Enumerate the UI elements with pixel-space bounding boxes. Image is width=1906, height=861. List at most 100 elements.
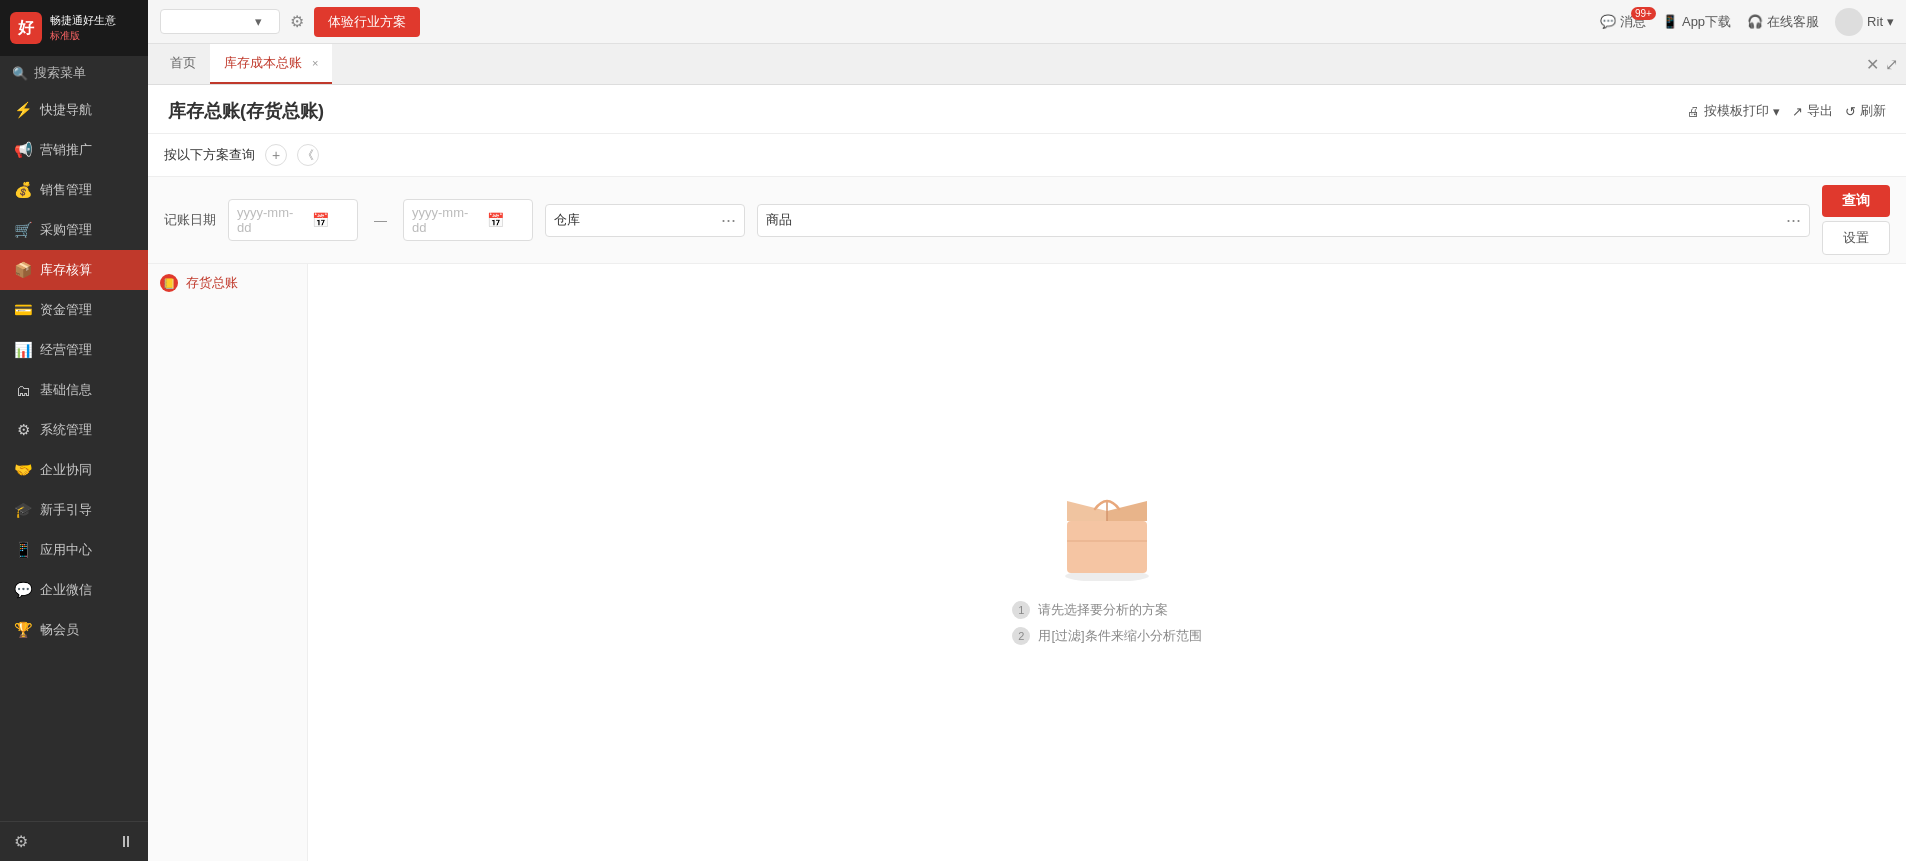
settings-icon[interactable]: ⚙	[14, 832, 28, 851]
refresh-btn[interactable]: ↺ 刷新	[1845, 102, 1886, 120]
industry-btn[interactable]: 体验行业方案	[314, 7, 420, 37]
nav-icon-system: ⚙	[14, 421, 32, 439]
sidebar-item-funds[interactable]: 💳 资金管理	[0, 290, 148, 330]
tab-side-buttons: ✕ ⤢	[1866, 55, 1898, 74]
nav-label-funds: 资金管理	[40, 301, 92, 319]
print-icon: 🖨	[1687, 104, 1700, 119]
print-btn[interactable]: 🖨 按模板打印 ▾	[1687, 102, 1780, 120]
sidebar-logo: 好 畅捷通好生意 标准版	[0, 0, 148, 56]
query-btn[interactable]: 查询	[1822, 185, 1890, 217]
empty-state: 1 请先选择要分析的方案 2 用[过滤]条件来缩小分析范围	[308, 264, 1906, 861]
sub-filter-bar: 记账日期 yyyy-mm-dd 📅 — yyyy-mm-dd 📅 仓库 ··· …	[148, 177, 1906, 264]
nav-label-inventory: 库存核算	[40, 261, 92, 279]
product-label: 商品	[766, 211, 792, 229]
warehouse-label: 仓库	[554, 211, 580, 229]
user-avatar-area[interactable]: Rit ▾	[1835, 8, 1894, 36]
nav-icon-corp: 🤝	[14, 461, 32, 479]
export-btn[interactable]: ↗ 导出	[1792, 102, 1833, 120]
toggle-icon[interactable]: ⏸	[118, 833, 134, 851]
sidebar-item-wechat[interactable]: 💬 企业微信	[0, 570, 148, 610]
nav-label-appcenter: 应用中心	[40, 541, 92, 559]
sidebar-item-sales[interactable]: 💰 销售管理	[0, 170, 148, 210]
nav-label-marketing: 营销推广	[40, 141, 92, 159]
panel-expand-icon[interactable]: ⤢	[1885, 55, 1898, 74]
warehouse-select[interactable]: 仓库 ···	[545, 204, 745, 237]
message-badge: 99+	[1631, 7, 1656, 20]
product-select[interactable]: 商品 ···	[757, 204, 1810, 237]
content-layout: 📒 存货总账	[148, 264, 1906, 861]
page-title: 库存总账(存货总账)	[168, 99, 324, 123]
sidebar-item-operation[interactable]: 📊 经营管理	[0, 330, 148, 370]
hint-text-1: 请先选择要分析的方案	[1038, 601, 1168, 619]
logo-badge: 标准版	[50, 29, 116, 43]
left-panel-item-inventory[interactable]: 📒 存货总账	[148, 264, 307, 302]
page-actions: 🖨 按模板打印 ▾ ↗ 导出 ↺ 刷新	[1687, 102, 1886, 120]
settings-btn[interactable]: 设置	[1822, 221, 1890, 255]
sidebar-item-marketing[interactable]: 📢 营销推广	[0, 130, 148, 170]
sidebar-item-newbie[interactable]: 🎓 新手引导	[0, 490, 148, 530]
nav-icon-member: 🏆	[14, 621, 32, 639]
sidebar-item-purchase[interactable]: 🛒 采购管理	[0, 210, 148, 250]
filter-add-btn[interactable]: +	[265, 144, 287, 166]
avatar	[1835, 8, 1863, 36]
app-download-btn[interactable]: 📱 App下载	[1662, 13, 1731, 31]
print-chevron-icon: ▾	[1773, 104, 1780, 119]
sidebar-item-base[interactable]: 🗂 基础信息	[0, 370, 148, 410]
sidebar-item-system[interactable]: ⚙ 系统管理	[0, 410, 148, 450]
nav-icon-sales: 💰	[14, 181, 32, 199]
sidebar-item-shortcut[interactable]: ⚡ 快捷导航	[0, 90, 148, 130]
tab-inventory-cost[interactable]: 库存成本总账 ×	[210, 44, 332, 84]
export-label: 导出	[1807, 102, 1833, 120]
calendar-start-icon: 📅	[312, 212, 329, 228]
nav-icon-newbie: 🎓	[14, 501, 32, 519]
filter-collapse-btn[interactable]: 《	[297, 144, 319, 166]
empty-illustration	[1047, 481, 1167, 581]
online-service-label: 在线客服	[1767, 13, 1819, 31]
empty-hint-1: 1 请先选择要分析的方案	[1012, 601, 1201, 619]
inventory-ledger-label: 存货总账	[186, 274, 238, 292]
user-name: Rit	[1867, 14, 1883, 29]
sidebar-search[interactable]: 🔍 搜索菜单	[0, 56, 148, 90]
tab-close-icon[interactable]: ×	[312, 57, 318, 69]
date-start-input[interactable]: yyyy-mm-dd 📅	[228, 199, 358, 241]
hint-text-2: 用[过滤]条件来缩小分析范围	[1038, 627, 1201, 645]
tab-home-label: 首页	[170, 54, 196, 72]
sidebar: 好 畅捷通好生意 标准版 🔍 搜索菜单 ⚡ 快捷导航 📢 营销推广 💰 销售管理…	[0, 0, 148, 861]
nav-label-wechat: 企业微信	[40, 581, 92, 599]
topbar: ▾ ⚙ 体验行业方案 💬 消息 99+ 📱 App下载 🎧 在线客服 Rit ▾	[148, 0, 1906, 44]
hint-num-1: 1	[1012, 601, 1030, 619]
nav-label-system: 系统管理	[40, 421, 92, 439]
sidebar-item-inventory[interactable]: 📦 库存核算	[0, 250, 148, 290]
topbar-gear-icon[interactable]: ⚙	[290, 12, 304, 31]
online-service-btn[interactable]: 🎧 在线客服	[1747, 13, 1819, 31]
calendar-end-icon: 📅	[487, 212, 504, 228]
nav-icon-funds: 💳	[14, 301, 32, 319]
message-icon: 💬	[1600, 14, 1616, 29]
filter-bar: 按以下方案查询 + 《	[148, 134, 1906, 177]
messages-btn[interactable]: 💬 消息 99+	[1600, 13, 1646, 31]
sidebar-bottom: ⚙ ⏸	[0, 821, 148, 861]
chevron-down-icon: ▾	[255, 14, 262, 29]
panel-close-icon[interactable]: ✕	[1866, 55, 1879, 74]
nav-label-base: 基础信息	[40, 381, 92, 399]
empty-hints: 1 请先选择要分析的方案 2 用[过滤]条件来缩小分析范围	[1012, 601, 1201, 645]
nav-label-newbie: 新手引导	[40, 501, 92, 519]
logo-icon: 好	[10, 12, 42, 44]
search-icon: 🔍	[12, 66, 28, 81]
topbar-selector[interactable]: ▾	[160, 9, 280, 34]
print-label: 按模板打印	[1704, 102, 1769, 120]
search-label: 搜索菜单	[34, 64, 86, 82]
nav-label-shortcut: 快捷导航	[40, 101, 92, 119]
sidebar-item-member[interactable]: 🏆 畅会员	[0, 610, 148, 650]
nav-icon-shortcut: ⚡	[14, 101, 32, 119]
headset-icon: 🎧	[1747, 14, 1763, 29]
tabs-bar: 首页 库存成本总账 × ✕ ⤢	[148, 44, 1906, 85]
refresh-icon: ↺	[1845, 104, 1856, 119]
nav-label-corp: 企业协同	[40, 461, 92, 479]
sidebar-item-corp[interactable]: 🤝 企业协同	[0, 450, 148, 490]
nav-label-sales: 销售管理	[40, 181, 92, 199]
sidebar-item-appcenter[interactable]: 📱 应用中心	[0, 530, 148, 570]
tab-home[interactable]: 首页	[156, 44, 210, 84]
ledger-icon: 📒	[160, 274, 178, 292]
date-end-input[interactable]: yyyy-mm-dd 📅	[403, 199, 533, 241]
